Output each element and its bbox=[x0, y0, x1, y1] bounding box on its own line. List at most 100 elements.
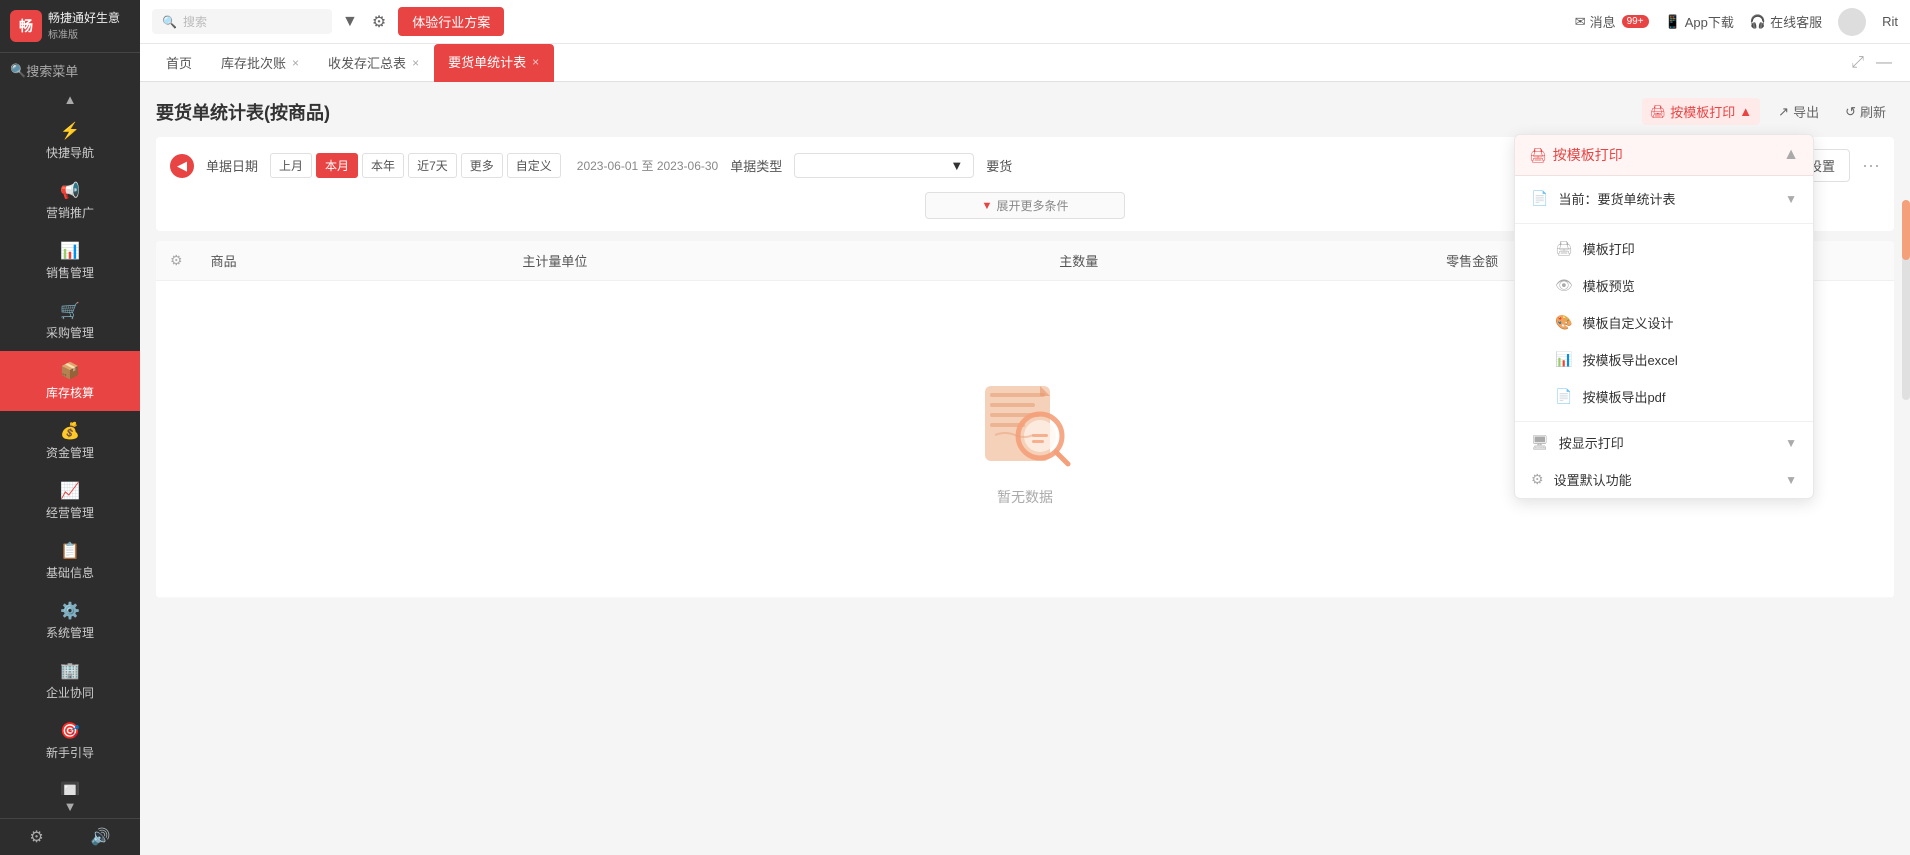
export-excel-label: 按模板导出excel bbox=[1582, 350, 1677, 369]
tab-order-stats-close[interactable]: × bbox=[532, 55, 539, 69]
topbar-right: ✉ 消息 99+ 📱 App下载 🎧 在线客服 Rit bbox=[1575, 8, 1898, 36]
search-label: 搜索菜单 bbox=[26, 61, 78, 80]
message-btn[interactable]: ✉ 消息 99+ bbox=[1575, 12, 1649, 31]
topbar-nav-dropdown[interactable]: ▼ bbox=[338, 9, 362, 35]
tabs-expand-btn[interactable]: ⤢ bbox=[1845, 50, 1870, 76]
date-current-month-btn[interactable]: 本月 bbox=[316, 153, 358, 178]
sidebar-item-operation[interactable]: 📈 经营管理 bbox=[0, 471, 140, 531]
col-product: 商品 bbox=[197, 241, 509, 281]
table-col-settings-btn[interactable]: ⚙ bbox=[170, 252, 183, 268]
export-pdf-icon: 📄 bbox=[1555, 388, 1572, 405]
message-label: 消息 bbox=[1590, 12, 1616, 31]
dropdown-template-preview[interactable]: 👁 模板预览 bbox=[1515, 267, 1813, 304]
dropdown-template-print[interactable]: 🖨 模板打印 bbox=[1515, 230, 1813, 267]
template-design-label: 模板自定义设计 bbox=[1582, 313, 1673, 332]
sidebar-item-finance[interactable]: 💰 资金管理 bbox=[0, 411, 140, 471]
date-current-year-btn[interactable]: 本年 bbox=[362, 153, 404, 178]
export-btn[interactable]: ↗ 导出 bbox=[1770, 98, 1827, 125]
logo-icon: 畅 bbox=[10, 10, 42, 42]
username-label: Rit bbox=[1882, 14, 1898, 29]
date-prev-month-btn[interactable]: 上月 bbox=[270, 153, 312, 178]
sidebar-item-app-center[interactable]: 🔲 应用中心 bbox=[0, 771, 140, 795]
sidebar-search[interactable]: 🔍 搜索菜单 bbox=[0, 53, 140, 88]
tab-inventory-batch[interactable]: 库存批次账 × bbox=[207, 44, 314, 82]
more-options-btn[interactable]: ··· bbox=[1862, 155, 1880, 176]
dropdown-divider-2 bbox=[1515, 421, 1813, 422]
tab-home-label: 首页 bbox=[166, 53, 192, 72]
app-name: 畅捷通好生意 bbox=[48, 11, 120, 27]
sidebar-item-label: 经营管理 bbox=[46, 504, 94, 521]
dropdown-export-pdf[interactable]: 📄 按模板导出pdf bbox=[1515, 378, 1813, 415]
message-icon: ✉ bbox=[1575, 14, 1586, 30]
dropdown-close-btn[interactable]: ▲ bbox=[1783, 146, 1799, 164]
dropdown-export-excel[interactable]: 📊 按模板导出excel bbox=[1515, 341, 1813, 378]
dropdown-header: 🖨 按模板打印 ▲ bbox=[1515, 135, 1813, 176]
tabs-minimize-btn[interactable]: — bbox=[1870, 50, 1898, 76]
trial-industry-btn[interactable]: 体验行业方案 bbox=[398, 7, 504, 36]
sales-icon: 📊 bbox=[60, 241, 80, 261]
marketing-icon: 📢 bbox=[60, 181, 80, 201]
topbar-search[interactable]: 🔍 搜索 bbox=[152, 9, 332, 34]
template-print-item-label: 模板打印 bbox=[1583, 239, 1635, 258]
sidebar-item-label: 营销推广 bbox=[46, 204, 94, 221]
dropdown-default-func[interactable]: ⚙ 设置默认功能 ▼ bbox=[1515, 461, 1813, 498]
page-header: 要货单统计表(按商品) 🖨 按模板打印 ▲ ↗ 导出 ↺ 刷新 bbox=[156, 98, 1894, 125]
template-preview-icon: 👁 bbox=[1555, 277, 1573, 294]
order-type-arrow: ▼ bbox=[950, 158, 963, 173]
topbar: 🔍 搜索 ▼ ⚙ 体验行业方案 ✉ 消息 99+ 📱 App下载 🎧 在线客服 … bbox=[140, 0, 1910, 44]
sidebar-scroll-down[interactable]: ▼ bbox=[0, 795, 140, 818]
dropdown-template-design[interactable]: 🎨 模板自定义设计 bbox=[1515, 304, 1813, 341]
app-download-btn[interactable]: 📱 App下载 bbox=[1665, 12, 1734, 31]
help-footer-btn[interactable]: 🔊 bbox=[91, 827, 111, 847]
page-header-actions: 🖨 按模板打印 ▲ ↗ 导出 ↺ 刷新 🖨 bbox=[1642, 98, 1894, 125]
right-scrollbar[interactable] bbox=[1902, 200, 1910, 400]
online-service-label: 在线客服 bbox=[1770, 12, 1822, 31]
sidebar-item-system[interactable]: ⚙️ 系统管理 bbox=[0, 591, 140, 651]
sidebar-item-marketing[interactable]: 📢 营销推广 bbox=[0, 171, 140, 231]
display-print-icon: 🖥 bbox=[1531, 434, 1549, 451]
expand-more-btn[interactable]: ▼ 展开更多条件 bbox=[925, 192, 1125, 219]
basic-icon: 📋 bbox=[60, 541, 80, 561]
dropdown-display-print[interactable]: 🖥 按显示打印 ▼ bbox=[1515, 424, 1813, 461]
template-print-btn[interactable]: 🖨 按模板打印 ▲ bbox=[1642, 98, 1760, 125]
sidebar-item-guide[interactable]: 🎯 新手引导 bbox=[0, 711, 140, 771]
export-label: 导出 bbox=[1793, 102, 1819, 121]
sidebar-item-label: 基础信息 bbox=[46, 564, 94, 581]
date-last-7-days-btn[interactable]: 近7天 bbox=[408, 153, 457, 178]
order-type-select[interactable]: ▼ bbox=[794, 153, 974, 178]
tab-receipt-summary[interactable]: 收发存汇总表 × bbox=[314, 44, 434, 82]
sidebar-item-inventory[interactable]: 📦 库存核算 bbox=[0, 351, 140, 411]
template-print-label: 按模板打印 bbox=[1670, 102, 1735, 121]
sidebar-item-sales[interactable]: 📊 销售管理 bbox=[0, 231, 140, 291]
tab-home[interactable]: 首页 bbox=[152, 44, 207, 82]
user-avatar[interactable] bbox=[1838, 8, 1866, 36]
current-template-label: 当前：要货单统计表 bbox=[1558, 189, 1775, 208]
expand-icon: ▼ bbox=[982, 200, 993, 212]
dropdown-title: 🖨 按模板打印 bbox=[1529, 145, 1623, 165]
sidebar-item-enterprise[interactable]: 🏢 企业协同 bbox=[0, 651, 140, 711]
sidebar-item-purchase[interactable]: 🛒 采购管理 bbox=[0, 291, 140, 351]
collapse-filter-btn[interactable]: ◀ bbox=[170, 154, 194, 178]
enterprise-icon: 🏢 bbox=[60, 661, 80, 681]
settings-footer-btn[interactable]: ⚙ bbox=[29, 827, 43, 847]
sidebar-item-quick-nav[interactable]: ⚡ 快捷导航 bbox=[0, 111, 140, 171]
sidebar-scroll-up[interactable]: ▲ bbox=[0, 88, 140, 111]
date-more-btn[interactable]: 更多 bbox=[461, 153, 503, 178]
app-center-icon: 🔲 bbox=[60, 781, 80, 795]
app-download-label: App下载 bbox=[1685, 12, 1734, 31]
empty-state-text: 暂无数据 bbox=[997, 487, 1053, 507]
right-scrollbar-thumb[interactable] bbox=[1902, 200, 1910, 260]
date-custom-btn[interactable]: 自定义 bbox=[507, 153, 561, 178]
tab-inventory-batch-close[interactable]: × bbox=[292, 56, 299, 70]
expand-label: 展开更多条件 bbox=[996, 197, 1068, 214]
refresh-icon: ↺ bbox=[1845, 104, 1856, 120]
tab-order-stats[interactable]: 要货单统计表 × bbox=[434, 44, 554, 82]
dropdown-current-item[interactable]: 📄 当前：要货单统计表 ▼ bbox=[1515, 180, 1813, 217]
tab-receipt-summary-close[interactable]: × bbox=[412, 56, 419, 70]
refresh-btn[interactable]: ↺ 刷新 bbox=[1837, 98, 1894, 125]
inventory-icon: 📦 bbox=[60, 361, 80, 381]
sidebar-item-basic[interactable]: 📋 基础信息 bbox=[0, 531, 140, 591]
online-service-btn[interactable]: 🎧 在线客服 bbox=[1750, 12, 1822, 31]
current-template-icon: 📄 bbox=[1531, 190, 1548, 207]
topbar-settings-btn[interactable]: ⚙ bbox=[368, 8, 390, 36]
